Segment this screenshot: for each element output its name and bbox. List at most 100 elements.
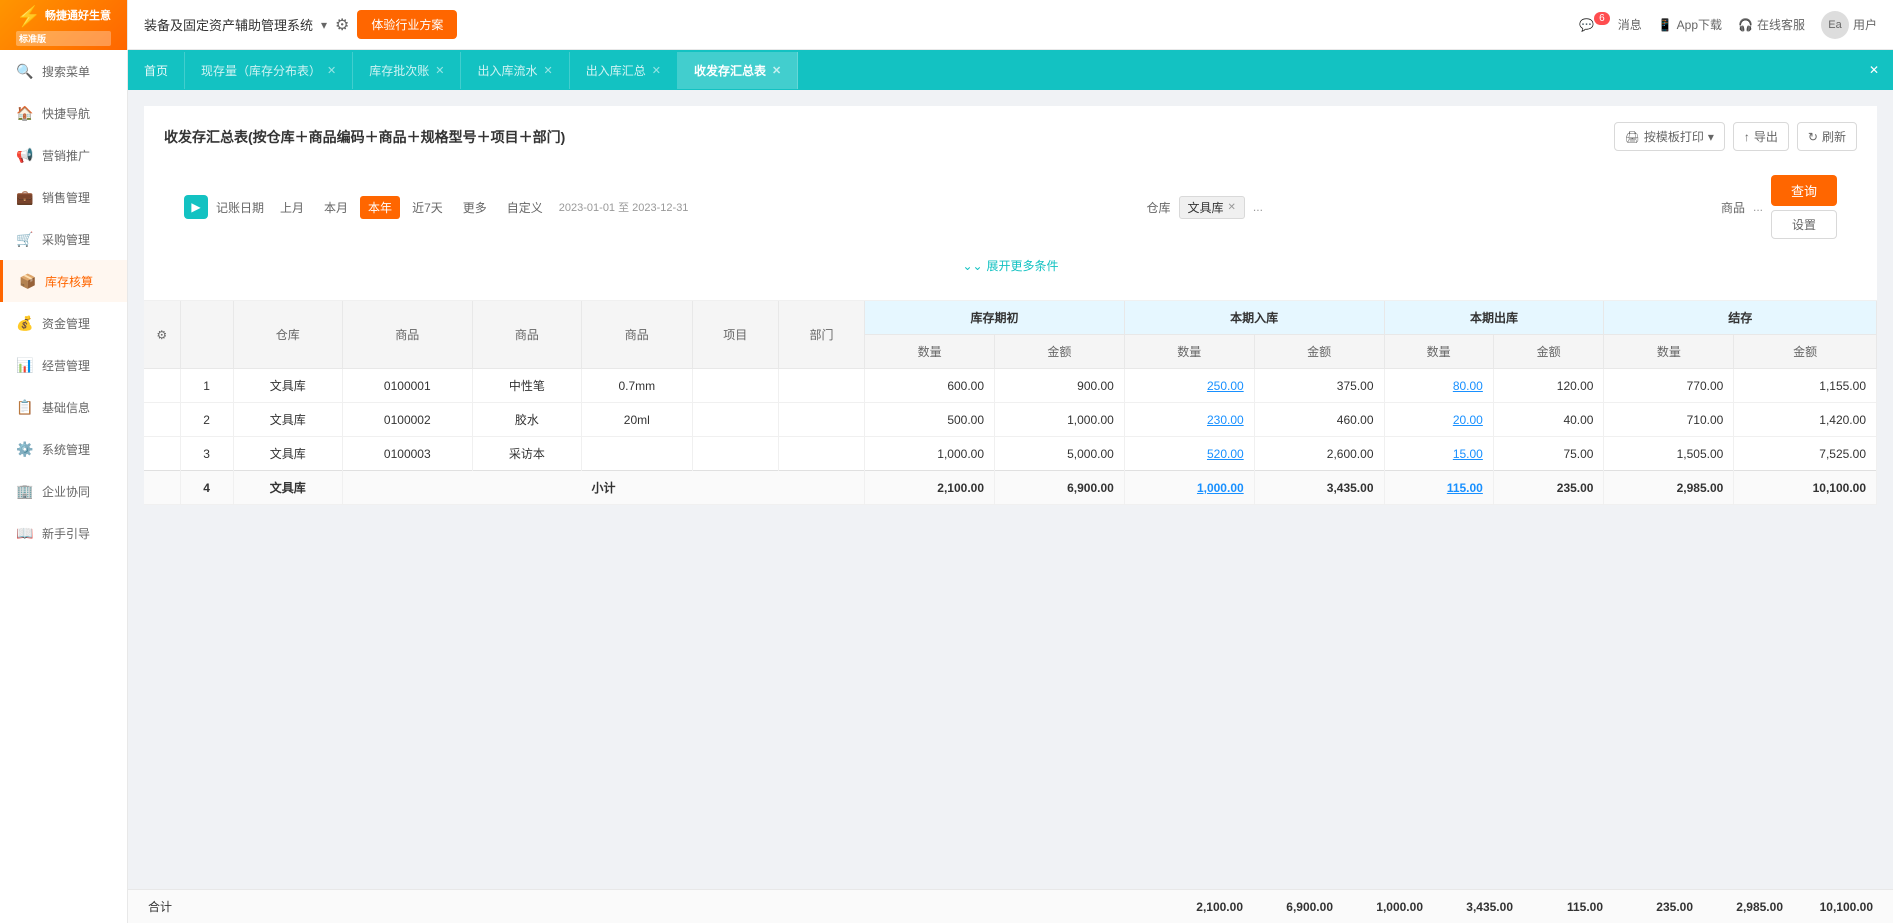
total-closing-qty: 2,985.00 xyxy=(1693,900,1783,914)
filter-toggle[interactable]: ▶ xyxy=(184,195,208,219)
settings-icon[interactable]: ⚙ xyxy=(335,15,349,35)
sidebar-item-marketing[interactable]: 📢 营销推广 xyxy=(0,134,127,176)
date-btn-this-year[interactable]: 本年 xyxy=(360,196,400,219)
row1-in-qty[interactable]: 250.00 xyxy=(1124,369,1254,403)
tab-close-inout-flow[interactable]: ✕ xyxy=(544,64,553,77)
row3-goods-spec xyxy=(582,437,693,471)
print-button[interactable]: 🖨 按模板打印 ▾ xyxy=(1614,122,1725,151)
app-download-action[interactable]: 📱 App下载 xyxy=(1658,16,1722,33)
sidebar-item-guide[interactable]: 📖 新手引导 xyxy=(0,512,127,554)
warehouse-tag: 文具库 ✕ xyxy=(1179,196,1245,219)
print-btn-label: 按模板打印 xyxy=(1644,128,1704,145)
th-out-amt: 金额 xyxy=(1493,335,1604,369)
printer-icon: 🖨 xyxy=(1625,130,1640,144)
sidebar-label-marketing: 营销推广 xyxy=(42,147,90,164)
page-header-card: 收发存汇总表(按仓库＋商品编码＋商品＋规格型号＋项目＋部门) 🖨 按模板打印 ▾… xyxy=(144,106,1877,505)
date-btn-this-month[interactable]: 本月 xyxy=(316,196,356,219)
home-icon: 🏠 xyxy=(16,104,34,122)
tab-bar-close[interactable]: ✕ xyxy=(1855,53,1893,87)
system-icon: ⚙️ xyxy=(16,440,34,458)
table-section: ⚙ 仓库 商品 商品 商品 项目 部门 库存期初 本期入库 本期出库 xyxy=(144,301,1877,505)
page-actions: 🖨 按模板打印 ▾ ↑ 导出 ↻ 刷新 xyxy=(1614,122,1857,151)
th-opening-qty: 数量 xyxy=(865,335,995,369)
tab-receive-send[interactable]: 收发存汇总表 ✕ xyxy=(678,52,798,89)
sales-icon: 💼 xyxy=(16,188,34,206)
row3-num: 3 xyxy=(180,437,233,471)
total-out-amt: 235.00 xyxy=(1603,900,1693,914)
th-goods-name: 商品 xyxy=(472,301,581,369)
sidebar-item-business[interactable]: 📊 经营管理 xyxy=(0,344,127,386)
avatar: Ea xyxy=(1821,11,1849,39)
row1-out-qty[interactable]: 80.00 xyxy=(1384,369,1493,403)
expand-icon: ⌄⌄ xyxy=(962,259,982,273)
expand-btn[interactable]: ⌄⌄ 展开更多条件 xyxy=(962,251,1058,280)
goods-more[interactable]: ... xyxy=(1753,200,1763,214)
export-button[interactable]: ↑ 导出 xyxy=(1733,122,1789,151)
query-button[interactable]: 查询 xyxy=(1771,175,1837,206)
subtotal-opening-amt: 6,900.00 xyxy=(995,471,1125,505)
tab-close-receive-send[interactable]: ✕ xyxy=(772,64,781,77)
row1-goods-name: 中性笔 xyxy=(472,369,581,403)
base-icon: 📋 xyxy=(16,398,34,416)
date-range: 2023-01-01 至 2023-12-31 xyxy=(559,199,689,215)
header-right: 💬 6 消息 📱 App下载 🎧 在线客服 Ea 用户 xyxy=(1579,11,1877,39)
tab-inout-flow[interactable]: 出入库流水 ✕ xyxy=(461,52,569,89)
marketing-icon: 📢 xyxy=(16,146,34,164)
row2-closing-amt: 1,420.00 xyxy=(1734,403,1877,437)
tab-inout-summary-label: 出入库汇总 xyxy=(586,62,646,79)
date-btn-7days[interactable]: 近7天 xyxy=(404,196,451,219)
row1-in-amt: 375.00 xyxy=(1254,369,1384,403)
setting-button[interactable]: 设置 xyxy=(1771,210,1837,239)
subtotal-out-qty[interactable]: 115.00 xyxy=(1384,471,1493,505)
row3-in-qty[interactable]: 520.00 xyxy=(1124,437,1254,471)
tab-inout-summary[interactable]: 出入库汇总 ✕ xyxy=(570,52,678,89)
sidebar-item-purchase[interactable]: 🛒 采购管理 xyxy=(0,218,127,260)
user-action[interactable]: Ea 用户 xyxy=(1821,11,1877,39)
date-btn-more[interactable]: 更多 xyxy=(455,196,495,219)
sidebar-item-search[interactable]: 🔍 搜索菜单 xyxy=(0,50,127,92)
system-dropdown[interactable]: ▾ xyxy=(321,18,327,32)
row3-project xyxy=(692,437,778,471)
sidebar-item-base[interactable]: 📋 基础信息 xyxy=(0,386,127,428)
message-icon: 💬 xyxy=(1579,18,1594,32)
sidebar-item-system[interactable]: ⚙️ 系统管理 xyxy=(0,428,127,470)
date-btn-custom[interactable]: 自定义 xyxy=(499,196,551,219)
sidebar-item-corp[interactable]: 🏢 企业协同 xyxy=(0,470,127,512)
row3-closing-qty: 1,505.00 xyxy=(1604,437,1734,471)
row2-closing-qty: 710.00 xyxy=(1604,403,1734,437)
message-action[interactable]: 💬 6 消息 xyxy=(1579,16,1642,33)
refresh-button[interactable]: ↻ 刷新 xyxy=(1797,122,1857,151)
experience-button[interactable]: 体验行业方案 xyxy=(357,10,457,39)
sidebar-label-sales: 销售管理 xyxy=(42,189,90,206)
sidebar-item-inventory[interactable]: 📦 库存核算 xyxy=(0,260,127,302)
tab-close-inout-summary[interactable]: ✕ xyxy=(652,64,661,77)
sidebar-item-finance[interactable]: 💰 资金管理 xyxy=(0,302,127,344)
date-filter: 上月 本月 本年 近7天 更多 自定义 xyxy=(272,196,551,219)
sidebar-label-business: 经营管理 xyxy=(42,357,90,374)
warehouse-more[interactable]: ... xyxy=(1253,200,1263,214)
row3-out-amt: 75.00 xyxy=(1493,437,1604,471)
subtotal-settings xyxy=(144,471,180,505)
tab-batch[interactable]: 库存批次账 ✕ xyxy=(353,52,461,89)
headset-icon: 🎧 xyxy=(1738,18,1753,32)
subtotal-in-qty[interactable]: 1,000.00 xyxy=(1124,471,1254,505)
row3-out-qty[interactable]: 15.00 xyxy=(1384,437,1493,471)
business-icon: 📊 xyxy=(16,356,34,374)
online-service-action[interactable]: 🎧 在线客服 xyxy=(1738,16,1805,33)
tab-home[interactable]: 首页 xyxy=(128,52,185,89)
tab-close-batch[interactable]: ✕ xyxy=(435,64,444,77)
main-table: ⚙ 仓库 商品 商品 商品 项目 部门 库存期初 本期入库 本期出库 xyxy=(144,301,1877,505)
row2-out-qty[interactable]: 20.00 xyxy=(1384,403,1493,437)
warehouse-tag-close[interactable]: ✕ xyxy=(1228,202,1236,213)
row2-opening-qty: 500.00 xyxy=(865,403,995,437)
date-btn-prev-month[interactable]: 上月 xyxy=(272,196,312,219)
tab-inventory-dist[interactable]: 现存量（库存分布表） ✕ xyxy=(185,52,353,89)
sidebar-item-sales[interactable]: 💼 销售管理 xyxy=(0,176,127,218)
finance-icon: 💰 xyxy=(16,314,34,332)
sidebar-item-quick-nav[interactable]: 🏠 快捷导航 xyxy=(0,92,127,134)
subtotal-closing-amt: 10,100.00 xyxy=(1734,471,1877,505)
row2-in-qty[interactable]: 230.00 xyxy=(1124,403,1254,437)
tab-close-inventory-dist[interactable]: ✕ xyxy=(327,64,336,77)
table-row: 1 文具库 0100001 中性笔 0.7mm 600.00 900.00 25… xyxy=(144,369,1877,403)
message-label: 消息 xyxy=(1618,16,1642,33)
